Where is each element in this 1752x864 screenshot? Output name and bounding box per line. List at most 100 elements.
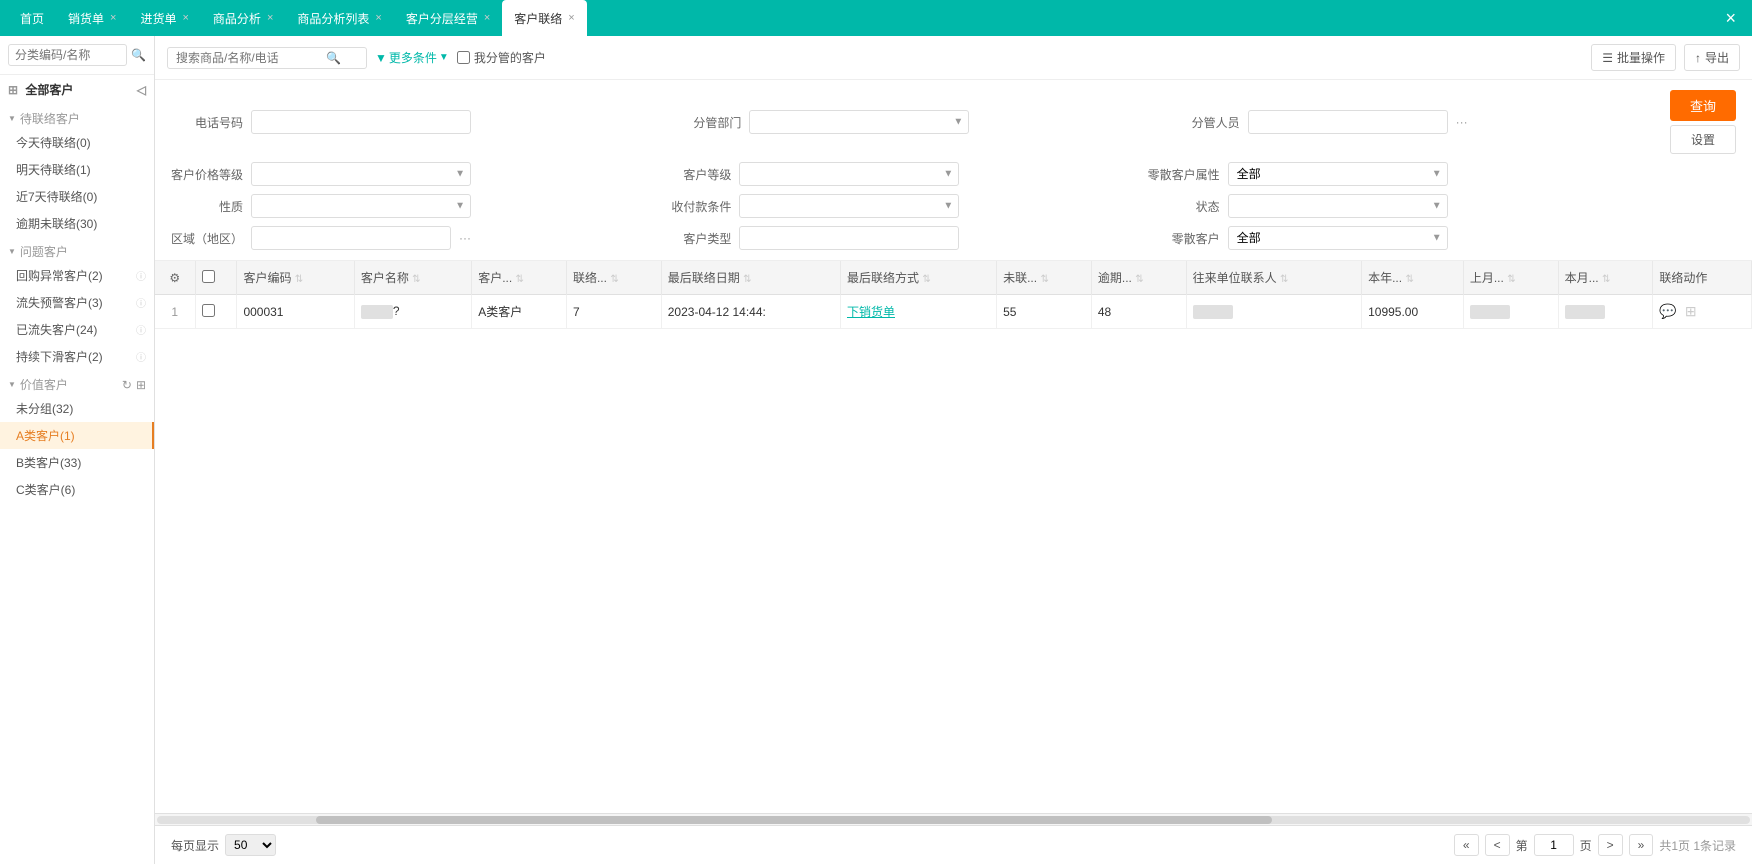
filter-price-level: 客户价格等级 ▼ (171, 162, 639, 186)
page-size-select[interactable]: 50 100 200 (225, 834, 276, 856)
last-method-link[interactable]: 下销货单 (847, 305, 895, 319)
nav-sales[interactable]: 销货单 × (56, 0, 128, 36)
refresh-icon[interactable]: ↻ (122, 378, 132, 392)
filter-region: 区域（地区） ··· (171, 226, 639, 250)
table-col-last-date[interactable]: 最后联络日期 ⇅ (661, 261, 840, 295)
table-col-level[interactable]: 客户... ⇅ (472, 261, 567, 295)
filter-dept-label: 分管部门 (669, 114, 749, 131)
sidebar-item-b-class[interactable]: B类客户(33) (0, 449, 154, 476)
sidebar-item-unclassified[interactable]: 未分组(32) (0, 395, 154, 422)
filter-settings-button[interactable]: 设置 (1670, 125, 1736, 154)
info-icon-4: ⓘ (136, 349, 146, 364)
close-purchase-icon[interactable]: × (182, 12, 188, 24)
close-product-analysis-list-icon[interactable]: × (375, 12, 381, 24)
filter-phone-input[interactable] (251, 110, 471, 134)
nav-customer-segment[interactable]: 客户分层经营 × (394, 0, 502, 36)
filter-dept-select[interactable] (749, 110, 969, 134)
table-col-this-month[interactable]: 本月... ⇅ (1558, 261, 1653, 295)
table-col-last-method[interactable]: 最后联络方式 ⇅ (840, 261, 996, 295)
sidebar-item-repurchase[interactable]: 回购异常客户(2) ⓘ (0, 262, 154, 289)
select-all-checkbox[interactable] (202, 270, 215, 283)
footer-left: 每页显示 50 100 200 (171, 834, 276, 856)
filter-status-select[interactable] (1228, 194, 1448, 218)
row-name: ? (354, 295, 471, 329)
close-customer-contact-icon[interactable]: × (568, 12, 574, 24)
table-col-last-month[interactable]: 上月... ⇅ (1463, 261, 1558, 295)
sidebar-item-a-class[interactable]: A类客户(1) (0, 422, 154, 449)
sidebar-collapse-icon[interactable]: ◁ (137, 83, 146, 97)
first-page-button[interactable]: « (1454, 834, 1479, 856)
export-button[interactable]: ↑ 导出 (1684, 44, 1740, 71)
close-customer-segment-icon[interactable]: × (484, 12, 490, 24)
settings-icon[interactable]: ⊞ (136, 378, 146, 392)
sort-last-method-icon: ⇅ (922, 274, 930, 285)
filter-retail-customer-select[interactable]: 全部 (1228, 226, 1448, 250)
triangle-icon-2: ▼ (8, 247, 16, 256)
next-page-button[interactable]: > (1598, 834, 1623, 856)
filter-manager: 分管人员 ··· (1168, 110, 1646, 134)
table-col-contact[interactable]: 联络... ⇅ (566, 261, 661, 295)
filter-retail-customer-label: 零散客户 (1148, 230, 1228, 247)
filter-customer-level-select[interactable] (739, 162, 959, 186)
sidebar-item-c-class[interactable]: C类客户(6) (0, 476, 154, 503)
scroll-track[interactable] (157, 816, 1750, 824)
filter-manager-input[interactable] (1248, 110, 1448, 134)
sidebar-item-tomorrow[interactable]: 明天待联络(1) (0, 156, 154, 183)
sidebar-item-today[interactable]: 今天待联络(0) (0, 129, 154, 156)
filter-search-icon[interactable]: 🔍 (326, 51, 341, 65)
nav-home[interactable]: 首页 (8, 0, 56, 36)
table-col-this-year[interactable]: 本年... ⇅ (1362, 261, 1464, 295)
nav-purchase[interactable]: 进货单 × (128, 0, 200, 36)
filter-more-conditions[interactable]: ▼ 更多条件 ▼ (375, 49, 449, 66)
table-col-overdue[interactable]: 逾期... ⇅ (1091, 261, 1186, 295)
sidebar-item-overdue[interactable]: 逾期未联络(30) (0, 210, 154, 237)
table-col-name[interactable]: 客户名称 ⇅ (354, 261, 471, 295)
my-customers-checkbox[interactable] (457, 51, 470, 64)
filter-region-dots[interactable]: ··· (451, 231, 479, 245)
row-last-method: 下销货单 (840, 295, 996, 329)
filter-customer-type-input[interactable] (739, 226, 959, 250)
query-button[interactable]: 查询 (1670, 90, 1736, 121)
close-all-button[interactable]: × (1717, 8, 1744, 29)
info-icon-2: ⓘ (136, 295, 146, 310)
sidebar-item-churned[interactable]: 已流失客户(24) ⓘ (0, 316, 154, 343)
row-code: 000031 (237, 295, 354, 329)
table-col-contact-person[interactable]: 往来单位联系人 ⇅ (1186, 261, 1361, 295)
nav-product-analysis[interactable]: 商品分析 × (201, 0, 285, 36)
filter-payment-select[interactable] (739, 194, 959, 218)
sidebar-search-input[interactable] (8, 44, 127, 66)
sidebar-item-declining[interactable]: 持续下滑客户(2) ⓘ (0, 343, 154, 370)
filter-region-input[interactable] (251, 226, 451, 250)
last-page-button[interactable]: » (1629, 834, 1654, 856)
filter-customer-level: 客户等级 ▼ (659, 162, 1127, 186)
filter-phone-label: 电话号码 (171, 114, 251, 131)
row-this-month (1558, 295, 1653, 329)
filter-retail-attr-select[interactable]: 全部 (1228, 162, 1448, 186)
filter-manager-dots[interactable]: ··· (1448, 115, 1476, 129)
sidebar-search-icon[interactable]: 🔍 (131, 48, 146, 62)
sort-this-year-icon: ⇅ (1405, 274, 1413, 285)
chat-icon[interactable]: 💬 (1659, 303, 1676, 320)
filter-search-input[interactable] (176, 51, 326, 65)
table-col-not-contacted[interactable]: 未联... ⇅ (997, 261, 1092, 295)
my-customers-checkbox-label[interactable]: 我分管的客户 (457, 49, 546, 66)
close-product-analysis-icon[interactable]: × (267, 12, 273, 24)
filter-nature-select[interactable] (251, 194, 471, 218)
grid-icon: ⊞ (8, 83, 18, 97)
filter-price-level-select[interactable] (251, 162, 471, 186)
gear-icon[interactable]: ⚙ (163, 265, 186, 291)
page-num-input[interactable] (1534, 834, 1574, 856)
sidebar-item-7days[interactable]: 近7天待联络(0) (0, 183, 154, 210)
row-checkbox[interactable] (202, 304, 215, 317)
nav-product-analysis-list[interactable]: 商品分析列表 × (285, 0, 393, 36)
sidebar-item-churn-warning[interactable]: 流失预警客户(3) ⓘ (0, 289, 154, 316)
prev-page-button[interactable]: < (1485, 834, 1510, 856)
nav-customer-contact[interactable]: 客户联络 × (502, 0, 586, 36)
close-sales-icon[interactable]: × (110, 12, 116, 24)
sidebar-all-customers[interactable]: ⊞ 全部客户 ◁ (0, 75, 154, 104)
qr-icon[interactable]: ⊞ (1685, 303, 1697, 320)
batch-op-button[interactable]: ☰ 批量操作 (1591, 44, 1676, 71)
table-col-code[interactable]: 客户编码 ⇅ (237, 261, 354, 295)
filter-customer-type: 客户类型 (659, 226, 1127, 250)
scroll-thumb[interactable] (316, 816, 1272, 824)
